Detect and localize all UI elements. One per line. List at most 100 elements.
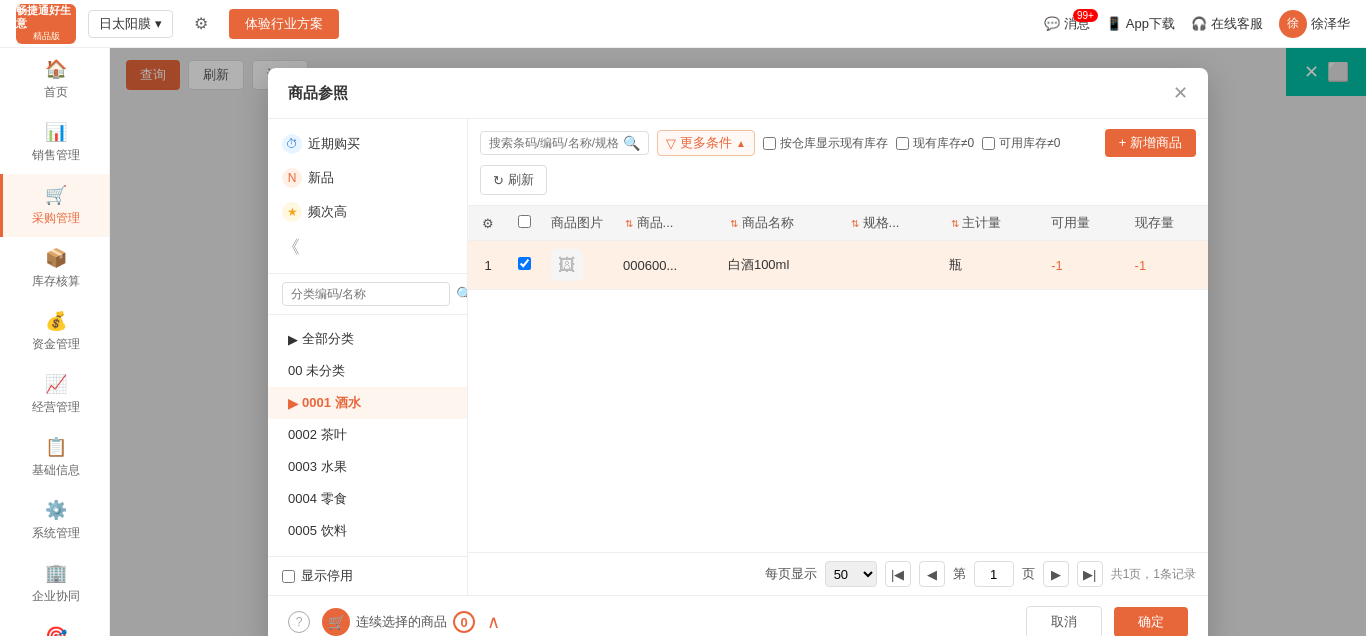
sidebar-label-operations: 经营管理 [32,399,80,416]
sidebar-item-purchase[interactable]: 🛒 采购管理 [0,174,109,237]
th-stock[interactable]: 现存量 [1125,206,1208,241]
checkbox-warehouse-filter[interactable]: 按仓库显示现有库存 [763,135,888,152]
th-spec[interactable]: ⇅ 规格... [839,206,939,241]
sidebar-item-inventory[interactable]: 📦 库存核算 [0,237,109,300]
available-checkbox[interactable] [982,137,995,150]
sidebar-item-home[interactable]: 🏠 首页 [0,48,109,111]
show-disabled-label[interactable]: 显示停用 [301,567,353,585]
help-icon[interactable]: ? [288,611,310,633]
sidebar-item-operations[interactable]: 📈 经营管理 [0,363,109,426]
cat-unclassified[interactable]: 00 未分类 [268,355,467,387]
more-filter-btn[interactable]: ▽ 更多条件 ▲ [657,130,755,156]
page-number-input[interactable] [974,561,1014,587]
next-page-btn[interactable]: ▶ [1043,561,1069,587]
add-product-btn[interactable]: + 新增商品 [1105,129,1196,157]
cart-count: 0 [453,611,475,633]
sidebar-label-sales: 销售管理 [32,147,80,164]
cat-0004[interactable]: 0004 零食 [268,483,467,515]
modal-close-btn[interactable]: ✕ [1173,82,1188,104]
branch-selector[interactable]: 日太阳膜 ▾ [88,10,173,38]
sidebar-item-system[interactable]: ⚙️ 系统管理 [0,489,109,552]
basic-icon: 📋 [45,436,67,458]
cart-area[interactable]: 🛒 连续选择的商品 0 [322,608,475,636]
sidebar-item-finance[interactable]: 💰 资金管理 [0,300,109,363]
sidebar-item-basic[interactable]: 📋 基础信息 [0,426,109,489]
cart-icon: 🛒 [322,608,350,636]
select-all-checkbox[interactable] [518,215,531,228]
cat-0001-arrow: ▶ [288,396,298,411]
nav-recent-purchase[interactable]: ⏱ 近期购买 [268,127,467,161]
category-search-input[interactable] [282,282,450,306]
cat-0001[interactable]: ▶ 0001 酒水 [268,387,467,419]
messages-btn[interactable]: 💬 消息 99+ [1044,15,1090,33]
product-search-icon[interactable]: 🔍 [623,135,640,151]
modal-body: ⏱ 近期购买 N 新品 ★ 频次高 《 [268,119,1208,595]
cat-0002[interactable]: 0002 茶叶 [268,419,467,451]
cat-0005[interactable]: 0005 饮料 [268,515,467,547]
user-profile[interactable]: 徐 徐泽华 [1279,10,1350,38]
service-label: 在线客服 [1211,15,1263,33]
table-row[interactable]: 1 🖼 000600... 白酒100ml [468,241,1208,290]
cat-all[interactable]: ▶ 全部分类 [268,323,467,355]
refresh-btn[interactable]: ↻ 刷新 [480,165,547,195]
checkbox-available-filter[interactable]: 可用库存≠0 [982,135,1060,152]
sidebar-item-sales[interactable]: 📊 销售管理 [0,111,109,174]
last-page-btn[interactable]: ▶| [1077,561,1103,587]
th-unit[interactable]: ⇅ 主计量 [939,206,1042,241]
show-disabled-checkbox[interactable] [282,570,295,583]
td-check [508,241,541,290]
per-page-label: 每页显示 [765,565,817,583]
prev-page-btn[interactable]: ◀ [919,561,945,587]
warehouse-checkbox[interactable] [763,137,776,150]
cat-0003[interactable]: 0003 水果 [268,451,467,483]
modal-title: 商品参照 [288,84,348,103]
th-code[interactable]: ⇅ 商品... [613,206,718,241]
logo[interactable]: 畅捷通好生意 精品版 [16,4,76,44]
th-name[interactable]: ⇅ 商品名称 [718,206,839,241]
enterprise-icon: 🏢 [45,562,67,584]
sales-icon: 📊 [45,121,67,143]
td-available: -1 [1041,241,1124,290]
sidebar-item-guide[interactable]: 🎯 新手引导 [0,615,109,636]
modal-left-panel: ⏱ 近期购买 N 新品 ★ 频次高 《 [268,119,468,595]
cat-all-label: 全部分类 [302,330,354,348]
sidebar-label-home: 首页 [44,84,68,101]
sidebar-item-enterprise[interactable]: 🏢 企业协同 [0,552,109,615]
nav-new-products[interactable]: N 新品 [268,161,467,195]
cat-0001-label: 0001 酒水 [302,394,361,412]
filter-label: 更多条件 [680,134,732,152]
branch-label: 日太阳膜 [99,15,151,33]
topbar: 畅捷通好生意 精品版 日太阳膜 ▾ ⚙ 体验行业方案 💬 消息 99+ 📱 Ap… [0,0,1366,48]
per-page-select[interactable]: 50 100 [825,561,877,587]
confirm-btn[interactable]: 确定 [1114,607,1188,636]
product-search-bar: 🔍 [480,131,649,155]
cat-unclassified-label: 00 未分类 [288,362,345,380]
category-search-icon[interactable]: 🔍 [456,286,468,302]
collapse-left-btn[interactable]: 《 [268,229,467,265]
nonzero-checkbox[interactable] [896,137,909,150]
th-settings[interactable]: ⚙ [468,206,508,241]
first-page-btn[interactable]: |◀ [885,561,911,587]
row-checkbox[interactable] [518,257,531,270]
cat-0008[interactable]: 0008 水 [268,547,467,556]
avatar: 徐 [1279,10,1307,38]
experience-btn[interactable]: 体验行业方案 [229,9,339,39]
nav-frequent[interactable]: ★ 频次高 [268,195,467,229]
star-nav-icon: ★ [282,202,302,222]
main-layout: 🏠 首页 📊 销售管理 🛒 采购管理 📦 库存核算 💰 资金管理 📈 经营管理 … [0,48,1366,636]
checkbox-nonzero-filter[interactable]: 现有库存≠0 [896,135,974,152]
product-thumbnail: 🖼 [551,249,583,281]
cancel-btn[interactable]: 取消 [1026,606,1102,636]
nonzero-filter-label: 现有库存≠0 [913,135,974,152]
service-btn[interactable]: 🎧 在线客服 [1191,15,1263,33]
th-available[interactable]: 可用量 [1041,206,1124,241]
product-search-input[interactable] [489,136,619,150]
td-spec [839,241,939,290]
th-image[interactable]: 商品图片 [541,206,613,241]
collapse-cart-icon[interactable]: ∧ [487,611,500,633]
purchase-icon: 🛒 [45,184,67,206]
settings-icon[interactable]: ⚙ [185,8,217,40]
finance-icon: 💰 [45,310,67,332]
app-download-btn[interactable]: 📱 App下载 [1106,15,1175,33]
filter-arrow-icon: ▲ [736,138,746,149]
